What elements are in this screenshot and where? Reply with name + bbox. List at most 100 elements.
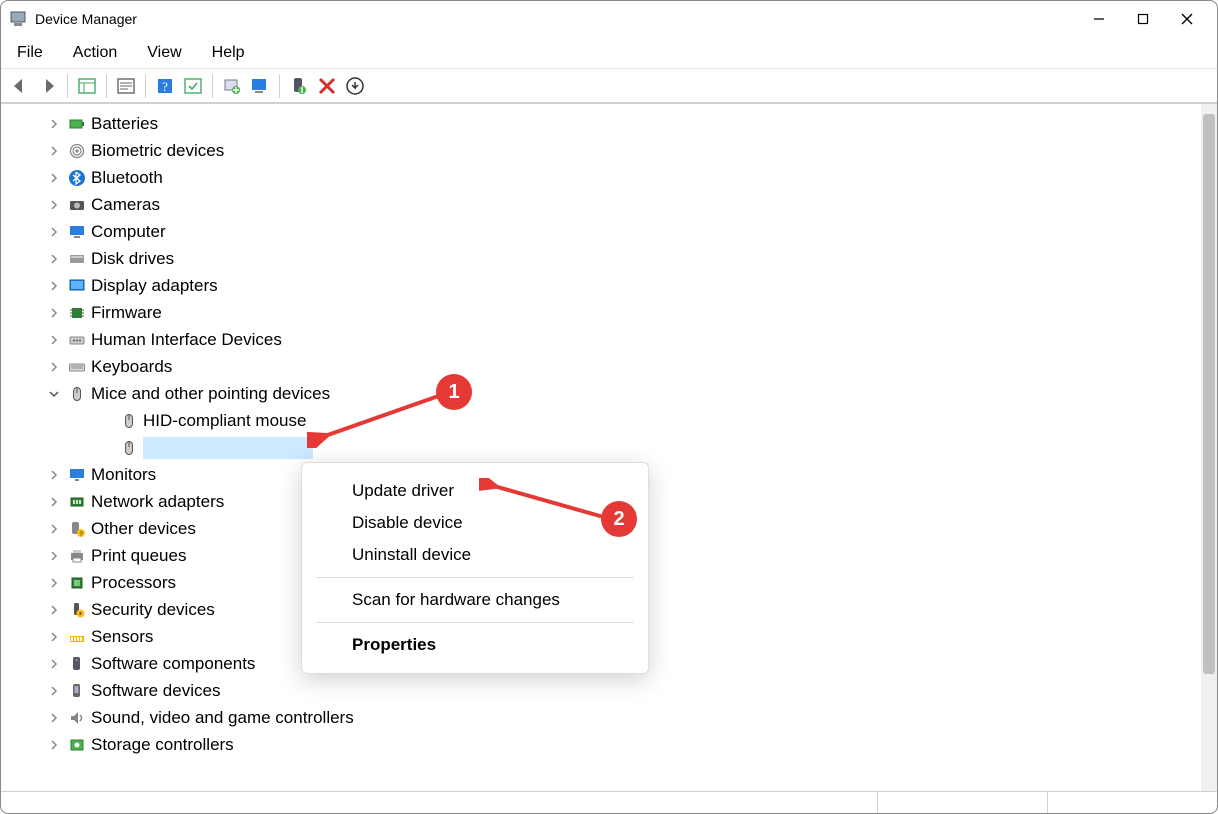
- softdev-icon: [67, 681, 87, 701]
- show-hide-button[interactable]: [74, 73, 100, 99]
- uninstall-button[interactable]: [342, 73, 368, 99]
- tree-node-label: Keyboards: [91, 357, 172, 377]
- tree-node-biometric-devices[interactable]: Biometric devices: [11, 137, 1201, 164]
- tree-child-selected-device[interactable]: [11, 434, 1201, 461]
- chevron-right-icon[interactable]: [45, 304, 63, 322]
- chevron-right-icon[interactable]: [45, 655, 63, 673]
- svg-text:?: ?: [162, 79, 168, 94]
- tree-node-computer[interactable]: Computer: [11, 218, 1201, 245]
- back-button[interactable]: [7, 73, 33, 99]
- tree-node-label: Monitors: [91, 465, 156, 485]
- monitor-icon: [67, 465, 87, 485]
- disk-icon: [67, 249, 87, 269]
- chevron-right-icon[interactable]: [45, 223, 63, 241]
- chevron-right-icon[interactable]: [45, 196, 63, 214]
- window-title: Device Manager: [35, 11, 137, 27]
- minimize-button[interactable]: [1077, 4, 1121, 34]
- chevron-right-icon[interactable]: [45, 115, 63, 133]
- battery-icon: [67, 114, 87, 134]
- tree-node-storage-controllers[interactable]: Storage controllers: [11, 731, 1201, 758]
- tree-node-software-devices[interactable]: Software devices: [11, 677, 1201, 704]
- close-button[interactable]: [1165, 4, 1209, 34]
- action-button[interactable]: [180, 73, 206, 99]
- tree-node-label: Print queues: [91, 546, 186, 566]
- context-menu-properties[interactable]: Properties: [302, 629, 648, 661]
- menu-view[interactable]: View: [141, 40, 187, 66]
- tree-node-label: Bluetooth: [91, 168, 163, 188]
- chevron-right-icon[interactable]: [45, 709, 63, 727]
- chevron-right-icon[interactable]: [45, 601, 63, 619]
- tree-node-label: Batteries: [91, 114, 158, 134]
- scan-hardware-button[interactable]: [247, 73, 273, 99]
- chevron-right-icon[interactable]: [45, 466, 63, 484]
- tree-node-bluetooth[interactable]: Bluetooth: [11, 164, 1201, 191]
- chevron-right-icon[interactable]: [45, 358, 63, 376]
- sound-icon: [67, 708, 87, 728]
- tree-node-disk-drives[interactable]: Disk drives: [11, 245, 1201, 272]
- menu-file[interactable]: File: [11, 40, 49, 66]
- hid-icon: [67, 330, 87, 350]
- tree-node-keyboards[interactable]: Keyboards: [11, 353, 1201, 380]
- update-driver-button[interactable]: [219, 73, 245, 99]
- chevron-right-icon[interactable]: [45, 142, 63, 160]
- tree-node-mice-and-other-pointing-devices[interactable]: Mice and other pointing devices: [11, 380, 1201, 407]
- chevron-right-icon[interactable]: [45, 277, 63, 295]
- chevron-right-icon[interactable]: [45, 169, 63, 187]
- chevron-right-icon[interactable]: [45, 574, 63, 592]
- chevron-right-icon[interactable]: [45, 250, 63, 268]
- context-menu-uninstall-device[interactable]: Uninstall device: [302, 539, 648, 571]
- tree-node-human-interface-devices[interactable]: Human Interface Devices: [11, 326, 1201, 353]
- tree-node-label: Computer: [91, 222, 166, 242]
- chevron-right-icon[interactable]: [45, 520, 63, 538]
- tree-child-hid-compliant-mouse[interactable]: HID-compliant mouse: [11, 407, 1201, 434]
- tree-node-label: Mice and other pointing devices: [91, 384, 330, 404]
- chevron-down-icon[interactable]: [45, 385, 63, 403]
- scrollbar-thumb[interactable]: [1203, 114, 1215, 674]
- storage-icon: [67, 735, 87, 755]
- tree-node-firmware[interactable]: Firmware: [11, 299, 1201, 326]
- tree-node-label: Firmware: [91, 303, 162, 323]
- other-icon: ?: [67, 519, 87, 539]
- mouse-icon: [119, 438, 139, 458]
- enable-button[interactable]: [286, 73, 312, 99]
- chevron-right-icon[interactable]: [45, 736, 63, 754]
- chevron-right-icon[interactable]: [45, 682, 63, 700]
- context-menu-update-driver[interactable]: Update driver: [302, 475, 648, 507]
- chevron-right-icon[interactable]: [45, 547, 63, 565]
- tree-node-sound-video-and-game-controllers[interactable]: Sound, video and game controllers: [11, 704, 1201, 731]
- device-tree[interactable]: Batteries Biometric devices Bluetooth Camer…: [11, 104, 1201, 791]
- maximize-button[interactable]: [1121, 4, 1165, 34]
- chevron-right-icon[interactable]: [45, 493, 63, 511]
- forward-button[interactable]: [35, 73, 61, 99]
- fingerprint-icon: [67, 141, 87, 161]
- window-controls: [1077, 4, 1209, 34]
- menu-help[interactable]: Help: [206, 40, 251, 66]
- help-button[interactable]: ?: [152, 73, 178, 99]
- tree-node-label: Cameras: [91, 195, 160, 215]
- tree-node-label: Biometric devices: [91, 141, 224, 161]
- device-manager-window: Device Manager File Action View Help ?: [0, 0, 1218, 814]
- vertical-scrollbar[interactable]: [1201, 104, 1217, 791]
- tree-node-label: Human Interface Devices: [91, 330, 282, 350]
- disable-button[interactable]: [314, 73, 340, 99]
- tree-node-display-adapters[interactable]: Display adapters: [11, 272, 1201, 299]
- keyboard-icon: [67, 357, 87, 377]
- client-area: Batteries Biometric devices Bluetooth Camer…: [1, 103, 1217, 791]
- statusbar: [1, 791, 1217, 813]
- chevron-right-icon[interactable]: [45, 628, 63, 646]
- tree-node-label: Software devices: [91, 681, 220, 701]
- bluetooth-icon: [67, 168, 87, 188]
- network-icon: [67, 492, 87, 512]
- tree-node-batteries[interactable]: Batteries: [11, 110, 1201, 137]
- chevron-right-icon[interactable]: [45, 331, 63, 349]
- menu-action[interactable]: Action: [67, 40, 123, 66]
- tree-child-label: HID-compliant mouse: [143, 411, 306, 431]
- tree-node-label: Other devices: [91, 519, 196, 539]
- context-menu-scan-hardware[interactable]: Scan for hardware changes: [302, 584, 648, 616]
- mouse-icon: [119, 411, 139, 431]
- softcomp-icon: [67, 654, 87, 674]
- tree-node-cameras[interactable]: Cameras: [11, 191, 1201, 218]
- properties-button[interactable]: [113, 73, 139, 99]
- context-menu-disable-device[interactable]: Disable device: [302, 507, 648, 539]
- tree-node-label: Security devices: [91, 600, 215, 620]
